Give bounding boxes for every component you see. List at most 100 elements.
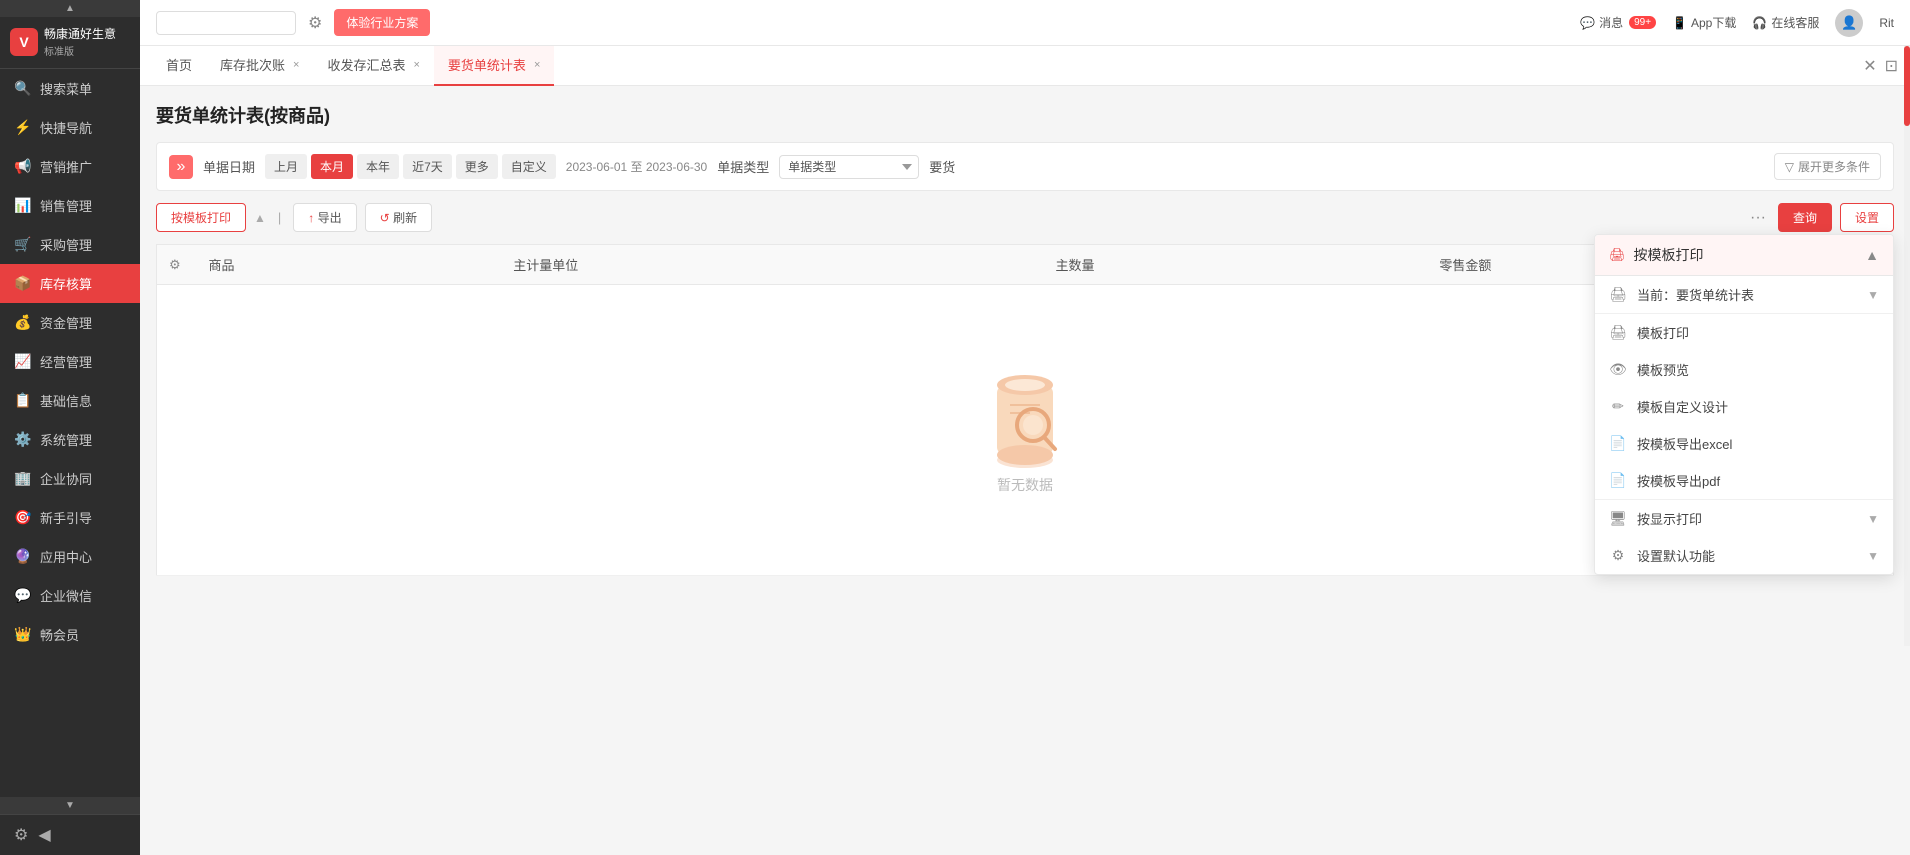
sidebar-item-basic-label: 基础信息 [40, 391, 92, 410]
settings-btn[interactable]: 设置 [1840, 203, 1894, 232]
table-settings-icon[interactable]: ⚙ [169, 257, 181, 272]
sidebar-scroll-down[interactable]: ▼ [0, 797, 140, 814]
tab-order-stats[interactable]: 要货单统计表 × [434, 46, 554, 86]
filter-expand-conditions-btn[interactable]: ▽ 展开更多条件 [1774, 153, 1881, 180]
footer-sound-icon[interactable]: ◀ [38, 825, 50, 845]
filter-date-more[interactable]: 更多 [456, 154, 498, 179]
filter-date-7days[interactable]: 近7天 [403, 154, 452, 179]
export-btn[interactable]: ↑ 导出 [293, 203, 356, 232]
dropdown-collapse-icon[interactable]: ▲ [1865, 247, 1879, 263]
refresh-btn[interactable]: ↺ 刷新 [365, 203, 432, 232]
tab-receipts-summary-close[interactable]: × [413, 59, 419, 71]
sidebar-item-guide[interactable]: 🎯 新手引导 [0, 498, 140, 537]
topbar-search-input[interactable] [156, 11, 296, 35]
sidebar-item-basic[interactable]: 📋 基础信息 [0, 381, 140, 420]
tab-receipts-summary-label: 收发存汇总表 [327, 55, 405, 74]
set-default-icon: ⚙ [1609, 547, 1627, 564]
topbar-avatar[interactable]: 👤 [1835, 9, 1863, 37]
dropdown-set-default[interactable]: ⚙ 设置默认功能 ▼ [1595, 537, 1893, 574]
sidebar-item-finance[interactable]: 💰 资金管理 [0, 303, 140, 342]
dropdown-current-item[interactable]: 🖨 当前：要货单统计表 ▼ [1595, 276, 1893, 313]
tab-home[interactable]: 首页 [152, 46, 206, 86]
sidebar-item-apps[interactable]: 🔮 应用中心 [0, 537, 140, 576]
message-badge: 99+ [1629, 16, 1656, 29]
filter-date-custom[interactable]: 自定义 [502, 154, 556, 179]
dropdown-item-export-excel[interactable]: 📄 按模板导出excel [1595, 425, 1893, 462]
filter-date-last-month[interactable]: 上月 [265, 154, 307, 179]
sidebar-item-finance-label: 资金管理 [40, 313, 92, 332]
filter-date-this-year[interactable]: 本年 [357, 154, 399, 179]
sidebar-item-marketing[interactable]: 📢 营销推广 [0, 147, 140, 186]
tab-order-stats-close[interactable]: × [534, 59, 540, 71]
sidebar-footer: ⚙ ◀ [0, 814, 140, 855]
topbar-message[interactable]: 💬 消息 99+ [1580, 14, 1656, 31]
dropdown-item-template-preview-label: 模板预览 [1637, 360, 1689, 379]
dropdown-item-export-pdf-label: 按模板导出pdf [1637, 471, 1720, 490]
sidebar-item-wechat[interactable]: 💬 企业微信 [0, 576, 140, 615]
service-label: 在线客服 [1771, 14, 1819, 31]
filter-date-label: 单据日期 [203, 157, 255, 176]
query-btn[interactable]: 查询 [1778, 203, 1832, 232]
sidebar-item-operations[interactable]: 📈 经营管理 [0, 342, 140, 381]
display-print-icon: 🖥 [1609, 510, 1627, 527]
topbar-gear-icon[interactable]: ⚙ [308, 13, 322, 33]
main-area: ⚙ 体验行业方案 💬 消息 99+ 📱 App下载 🎧 在线客服 👤 Rit [140, 0, 1910, 855]
dropdown-item-template-print[interactable]: 🖨 模板打印 [1595, 314, 1893, 351]
filter-type-select[interactable]: 单据类型 [779, 155, 919, 179]
dropdown-panel: 🖨 按模板打印 ▲ 🖨 当前：要货单统计表 ▼ 🖨 模板打印 👁 [1594, 234, 1894, 575]
sidebar-item-inventory[interactable]: 📦 库存核算 [0, 264, 140, 303]
dropdown-title: 按模板打印 [1634, 245, 1704, 265]
inventory-icon: 📦 [14, 275, 32, 292]
sidebar-item-quick-nav[interactable]: ⚡ 快捷导航 [0, 108, 140, 147]
filter-bar: » 单据日期 上月 本月 本年 近7天 更多 自定义 2023-06-01 至 … [156, 142, 1894, 191]
sidebar-item-purchase-label: 采购管理 [40, 235, 92, 254]
trial-btn[interactable]: 体验行业方案 [334, 9, 430, 36]
dropdown-item-template-custom[interactable]: ✏ 模板自定义设计 [1595, 388, 1893, 425]
print-btn[interactable]: 按模板打印 [156, 203, 246, 232]
dropdown-item-template-custom-label: 模板自定义设计 [1637, 397, 1728, 416]
dropdown-item-template-preview[interactable]: 👁 模板预览 [1595, 351, 1893, 388]
avatar-img: 👤 [1841, 15, 1857, 31]
tab-receipts-summary[interactable]: 收发存汇总表 × [313, 46, 433, 86]
template-custom-icon: ✏ [1609, 398, 1627, 415]
sidebar-item-search-label: 搜索菜单 [40, 79, 92, 98]
tab-batch-account-close[interactable]: × [293, 59, 299, 71]
tab-home-label: 首页 [166, 55, 192, 74]
export-excel-icon: 📄 [1609, 435, 1627, 452]
tabs-controls: ✕ ⊡ [1863, 56, 1898, 76]
dropdown-display-print-left: 🖥 按显示打印 [1609, 509, 1702, 528]
tab-order-stats-label: 要货单统计表 [448, 55, 526, 74]
sidebar-item-member[interactable]: 👑 畅会员 [0, 615, 140, 654]
dropdown-item-export-pdf[interactable]: 📄 按模板导出pdf [1595, 462, 1893, 499]
right-scrollbar[interactable] [1904, 86, 1910, 646]
sidebar-item-sales[interactable]: 📊 销售管理 [0, 186, 140, 225]
refresh-label: 刷新 [393, 211, 417, 225]
template-preview-icon: 👁 [1609, 361, 1627, 378]
filter-date-this-month[interactable]: 本月 [311, 154, 353, 179]
sidebar-item-enterprise[interactable]: 🏢 企业协同 [0, 459, 140, 498]
sidebar-item-quick-nav-label: 快捷导航 [40, 118, 92, 137]
sidebar-scroll-up[interactable]: ▲ [0, 0, 140, 17]
sidebar-item-sales-label: 销售管理 [40, 196, 92, 215]
sidebar-item-system-label: 系统管理 [40, 430, 92, 449]
tabs-maximize-btn[interactable]: ⊡ [1885, 56, 1898, 76]
system-icon: ⚙️ [14, 431, 32, 448]
sidebar-item-system[interactable]: ⚙️ 系统管理 [0, 420, 140, 459]
sidebar-item-search[interactable]: 🔍 搜索菜单 [0, 69, 140, 108]
sales-icon: 📊 [14, 197, 32, 214]
filter-expand-btn[interactable]: » [169, 155, 193, 179]
tab-batch-account[interactable]: 库存批次账 × [206, 46, 313, 86]
dropdown-display-print[interactable]: 🖥 按显示打印 ▼ [1595, 500, 1893, 537]
finance-icon: 💰 [14, 314, 32, 331]
sidebar-item-enterprise-label: 企业协同 [40, 469, 92, 488]
dropdown-header: 🖨 按模板打印 ▲ [1595, 235, 1893, 276]
topbar-online-service[interactable]: 🎧 在线客服 [1752, 14, 1819, 31]
print-chevron-up[interactable]: ▲ [254, 211, 266, 225]
sidebar-item-purchase[interactable]: 🛒 采购管理 [0, 225, 140, 264]
tabs-close-btn[interactable]: ✕ [1863, 56, 1876, 76]
message-icon: 💬 [1580, 16, 1595, 30]
topbar-app-download[interactable]: 📱 App下载 [1672, 14, 1736, 31]
dropdown-display-print-label: 按显示打印 [1637, 509, 1702, 528]
footer-settings-icon[interactable]: ⚙ [14, 825, 28, 845]
toolbar-more-btn[interactable]: ··· [1746, 205, 1770, 231]
